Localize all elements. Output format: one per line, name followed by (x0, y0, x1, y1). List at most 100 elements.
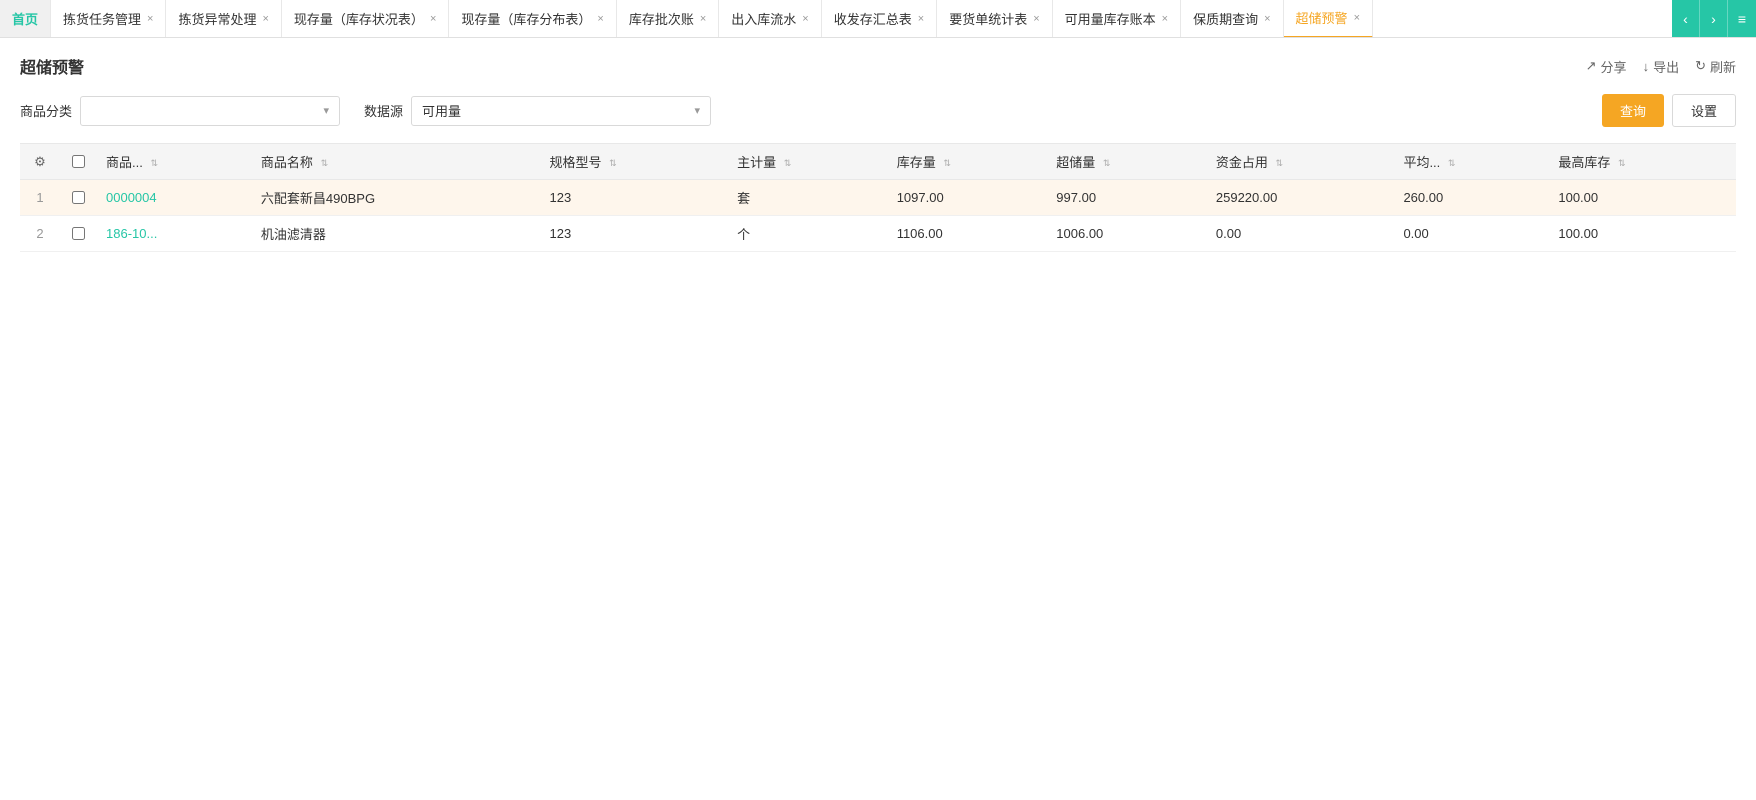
close-inout-flow[interactable]: × (802, 13, 808, 25)
refresh-icon: ↻ (1695, 58, 1706, 74)
page-title: 超储预警 (20, 54, 84, 78)
page-header: 超储预警 ↗ 分享 ↓ 导出 ↻ 刷新 (20, 54, 1736, 78)
th-stock-qty[interactable]: 库存量 ⇅ (887, 144, 1047, 180)
th-product-name[interactable]: 商品名称 ⇅ (251, 144, 540, 180)
nav-abnormal[interactable]: 拣货异常处理 × (166, 0, 281, 38)
close-abnormal[interactable]: × (262, 13, 268, 25)
row1-avg: 260.00 (1393, 180, 1548, 216)
th-capital[interactable]: 资金占用 ⇅ (1206, 144, 1394, 180)
row2-index: 2 (20, 216, 60, 252)
sort-stock-qty-icon: ⇅ (943, 159, 951, 168)
category-label: 商品分类 (20, 101, 72, 120)
close-available-account[interactable]: × (1162, 13, 1168, 25)
row1-capital: 259220.00 (1206, 180, 1394, 216)
refresh-button[interactable]: ↻ 刷新 (1695, 57, 1736, 76)
header-actions: ↗ 分享 ↓ 导出 ↻ 刷新 (1586, 57, 1736, 76)
nav-collect-summary[interactable]: 收发存汇总表 × (822, 0, 937, 38)
close-inventory-dist[interactable]: × (597, 13, 603, 25)
data-table: ⚙ 商品... ⇅ 商品名称 ⇅ 规格型号 (20, 143, 1736, 252)
row2-max-stock: 100.00 (1548, 216, 1736, 252)
th-product-code[interactable]: 商品... ⇅ (96, 144, 251, 180)
filter-row: 商品分类 ▾ 数据源 可用量 ▾ 查询 设置 (20, 94, 1736, 127)
row2-avg: 0.00 (1393, 216, 1548, 252)
nav-inout-flow[interactable]: 出入库流水 × (719, 0, 821, 38)
row2-product-name: 机油滤清器 (251, 216, 540, 252)
datasource-select-value: 可用量 (422, 101, 461, 120)
category-select[interactable]: ▾ (80, 96, 340, 126)
topbar: 首页 拣货任务管理 × 拣货异常处理 × 现存量（库存状况表） × 现存量（库存… (0, 0, 1756, 38)
row1-max-stock: 100.00 (1548, 180, 1736, 216)
export-icon: ↓ (1643, 59, 1650, 74)
share-icon: ↗ (1586, 58, 1597, 74)
filter-actions: 查询 设置 (1602, 94, 1736, 127)
chevron-down-icon: ▾ (323, 104, 329, 117)
row2-stock-qty: 1106.00 (887, 216, 1047, 252)
row1-product-code: 0000004 (96, 180, 251, 216)
th-overstock-qty[interactable]: 超储量 ⇅ (1046, 144, 1206, 180)
row1-unit: 套 (727, 180, 887, 216)
row1-product-name: 六配套新昌490BPG (251, 180, 540, 216)
close-inventory-status[interactable]: × (430, 13, 436, 25)
datasource-select[interactable]: 可用量 ▾ (411, 96, 711, 126)
setting-button[interactable]: 设置 (1672, 94, 1736, 127)
close-collect-summary[interactable]: × (918, 13, 924, 25)
row1-stock-qty: 1097.00 (887, 180, 1047, 216)
th-checkbox (60, 144, 96, 180)
row2-spec: 123 (540, 216, 728, 252)
sort-product-name-icon: ⇅ (321, 159, 329, 168)
sort-avg-icon: ⇅ (1448, 159, 1456, 168)
nav-prev-button[interactable]: ‹ (1672, 0, 1700, 38)
nav-arrows: ‹ › ≡ (1672, 0, 1756, 38)
nav-next-button[interactable]: › (1700, 0, 1728, 38)
row1-overstock-qty: 997.00 (1046, 180, 1206, 216)
nav-overstock-alert[interactable]: 超储预警 × (1284, 0, 1373, 38)
sort-spec-icon: ⇅ (609, 159, 617, 168)
row2-unit: 个 (727, 216, 887, 252)
nav-order-stats[interactable]: 要货单统计表 × (937, 0, 1052, 38)
close-overstock-alert[interactable]: × (1354, 12, 1360, 24)
nav-available-account[interactable]: 可用量库存账本 × (1053, 0, 1181, 38)
th-spec[interactable]: 规格型号 ⇅ (540, 144, 728, 180)
nav-inventory-dist[interactable]: 现存量（库存分布表） × (449, 0, 616, 38)
th-max-stock[interactable]: 最高库存 ⇅ (1548, 144, 1736, 180)
th-avg[interactable]: 平均... ⇅ (1393, 144, 1548, 180)
sort-max-stock-icon: ⇅ (1618, 159, 1626, 168)
page-content: 超储预警 ↗ 分享 ↓ 导出 ↻ 刷新 商品分类 ▾ 数据源 (0, 38, 1756, 800)
row2-product-code: 186-10... (96, 216, 251, 252)
row2-overstock-qty: 1006.00 (1046, 216, 1206, 252)
row1-spec: 123 (540, 180, 728, 216)
datasource-chevron-down-icon: ▾ (695, 104, 701, 117)
sort-capital-icon: ⇅ (1276, 159, 1284, 168)
nav-inventory-status[interactable]: 现存量（库存状况表） × (282, 0, 449, 38)
query-button[interactable]: 查询 (1602, 94, 1664, 127)
sort-overstock-qty-icon: ⇅ (1103, 159, 1111, 168)
nav-home[interactable]: 首页 (0, 0, 51, 38)
share-button[interactable]: ↗ 分享 (1586, 57, 1627, 76)
nav-task-mgmt[interactable]: 拣货任务管理 × (51, 0, 166, 38)
row1-checkbox[interactable] (72, 191, 85, 204)
table-header-row: ⚙ 商品... ⇅ 商品名称 ⇅ 规格型号 (20, 144, 1736, 180)
select-all-checkbox[interactable] (72, 155, 85, 168)
close-order-stats[interactable]: × (1033, 13, 1039, 25)
sort-unit-icon: ⇅ (784, 159, 792, 168)
close-task-mgmt[interactable]: × (147, 13, 153, 25)
export-button[interactable]: ↓ 导出 (1643, 57, 1680, 76)
close-quality-check[interactable]: × (1264, 13, 1270, 25)
th-gear: ⚙ (20, 144, 60, 180)
datasource-filter-group: 数据源 可用量 ▾ (364, 96, 711, 126)
nav-inventory-batch[interactable]: 库存批次账 × (617, 0, 719, 38)
row2-checkbox[interactable] (72, 227, 85, 240)
nav-quality-check[interactable]: 保质期查询 × (1181, 0, 1283, 38)
th-unit[interactable]: 主计量 ⇅ (727, 144, 887, 180)
row2-capital: 0.00 (1206, 216, 1394, 252)
close-inventory-batch[interactable]: × (700, 13, 706, 25)
datasource-label: 数据源 (364, 101, 403, 120)
table-row: 1 0000004 六配套新昌490BPG 123 套 1097.00 997.… (20, 180, 1736, 216)
gear-icon[interactable]: ⚙ (34, 154, 46, 170)
sort-product-code-icon: ⇅ (150, 159, 158, 168)
row2-check (60, 216, 96, 252)
row1-index: 1 (20, 180, 60, 216)
nav-more-button[interactable]: ≡ (1728, 0, 1756, 38)
row1-check (60, 180, 96, 216)
category-filter-group: 商品分类 ▾ (20, 96, 340, 126)
